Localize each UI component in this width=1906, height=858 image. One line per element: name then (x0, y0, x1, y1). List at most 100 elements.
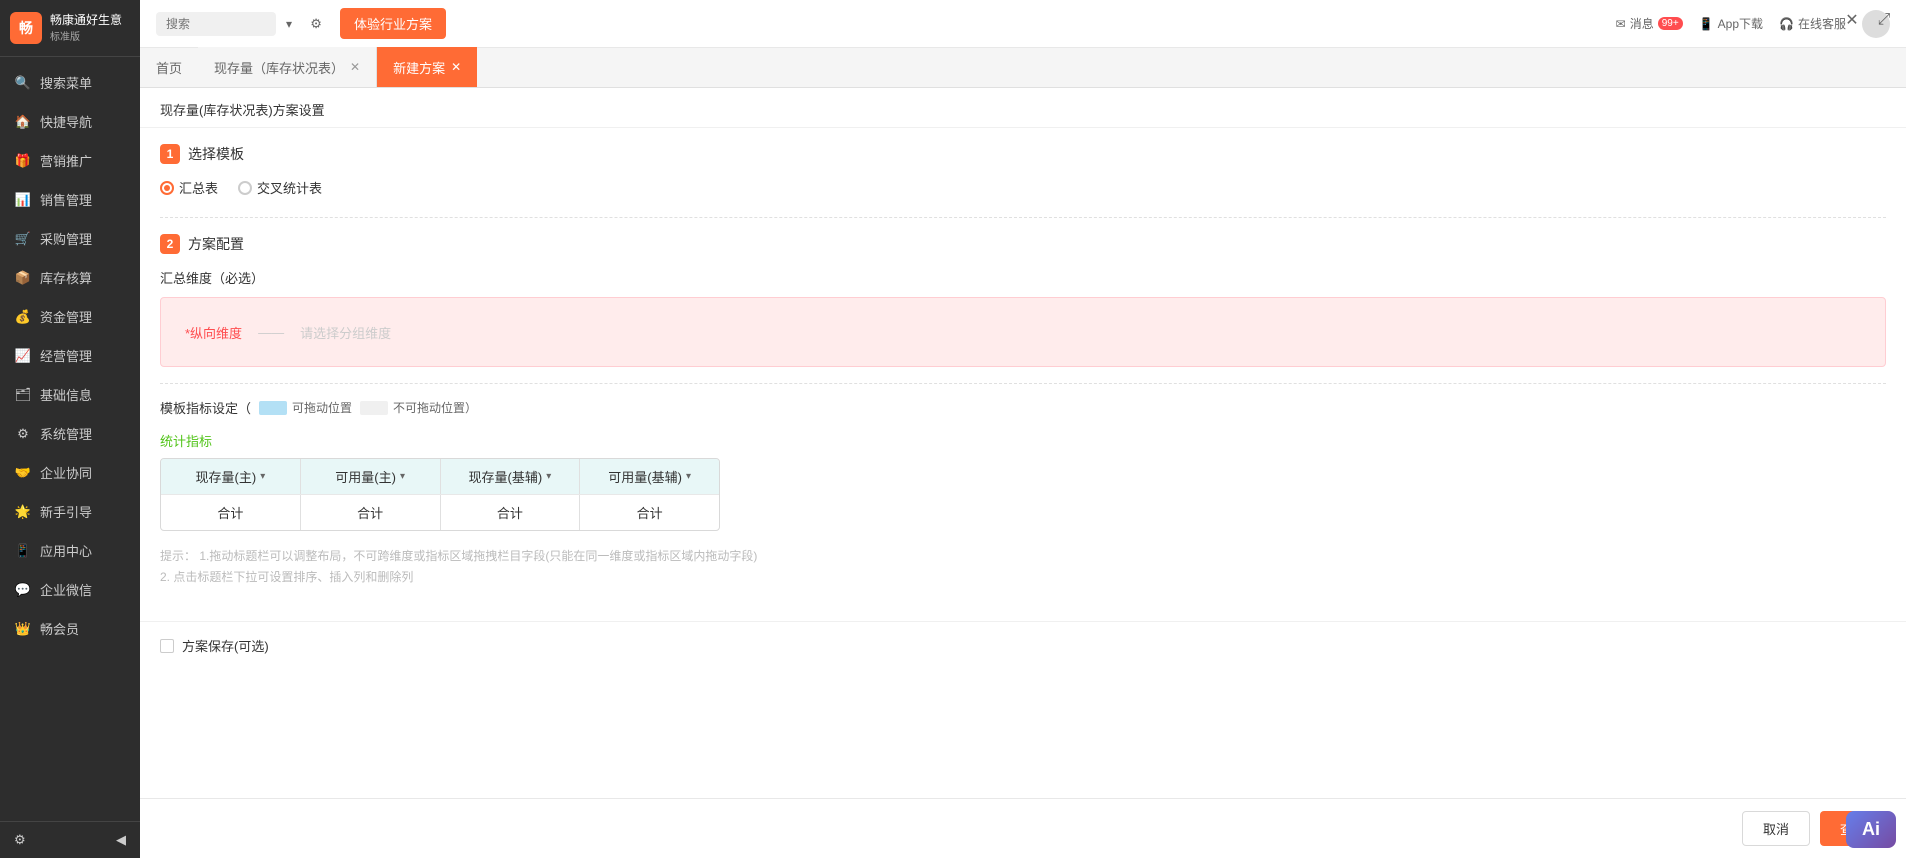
sidebar-item-quick-nav[interactable]: 🏠快捷导航 (0, 102, 140, 141)
sales-icon: 📊 (14, 191, 32, 209)
service-label: 在线客服 (1798, 15, 1846, 32)
stats-table-header: 现存量(主)▾可用量(主)▾现存量(基辅)▾可用量(基辅)▾ (161, 459, 719, 494)
stats-section: 统计指标 现存量(主)▾可用量(主)▾现存量(基辅)▾可用量(基辅)▾ 合计合计… (160, 431, 1886, 531)
search-input[interactable] (156, 12, 276, 36)
save-checkbox[interactable] (160, 639, 174, 653)
tab-inventory-status[interactable]: 现存量（库存状况表） ✕ (198, 47, 377, 87)
sidebar-label-new-guide: 新手引导 (40, 502, 92, 521)
footer-actions: 取消 查询 (140, 798, 1906, 858)
stats-header-cell[interactable]: 现存量(主)▾ (161, 459, 301, 494)
template-options: 汇总表 交叉统计表 (160, 178, 1886, 197)
close-panel-icon[interactable]: ✕ (1840, 8, 1864, 32)
messages-btn[interactable]: ✉ 消息 99+ (1616, 15, 1683, 32)
stats-header-cell[interactable]: 可用量(基辅)▾ (580, 459, 719, 494)
sidebar: 畅 畅康通好生意 标准版 🔍 搜索菜单 🏠快捷导航🎁营销推广📊销售管理 🛒 采购管理 📦库… (0, 0, 140, 858)
tab-home[interactable]: 首页 (140, 47, 198, 87)
radio-summary-dot (164, 185, 170, 191)
topbar: ▾ ⚙ 体验行业方案 ✉ 消息 99+ 📱 App下载 🎧 在线客服 (140, 0, 1906, 48)
sidebar-item-marketing[interactable]: 🎁营销推广 (0, 141, 140, 180)
page-title: 现存量(库存状况表)方案设置 (160, 100, 325, 119)
section2-label: 方案配置 (188, 234, 244, 254)
tip-text: 提示： 1.拖动标题栏可以调整布局，不可跨维度或指标区域拖拽栏目字段(只能在同一… (160, 547, 1886, 564)
sidebar-label-inventory: 库存核算 (40, 268, 92, 287)
logo-name: 畅康通好生意 (50, 13, 122, 29)
ai-badge[interactable]: Ai (1846, 811, 1896, 848)
chevron-down-icon[interactable]: ▾ (546, 471, 551, 482)
sidebar-item-sales[interactable]: 📊销售管理 (0, 180, 140, 219)
sidebar-item-system[interactable]: ⚙系统管理 (0, 414, 140, 453)
sidebar-footer: ⚙ ◀ (0, 821, 140, 858)
sidebar-item-member[interactable]: 👑畅会员 (0, 609, 140, 648)
stats-row-cell: 合计 (441, 495, 581, 530)
tab-new-scheme-close[interactable]: ✕ (451, 60, 461, 74)
finance-icon: 💰 (14, 308, 32, 326)
sidebar-item-basics[interactable]: 🗂基础信息 (0, 375, 140, 414)
messages-badge: 99+ (1658, 17, 1683, 30)
draggable-label: 可拖动位置 (292, 399, 352, 416)
dim-line: —— (258, 325, 284, 340)
app-center-icon: 📱 (14, 542, 32, 560)
stats-row-cell: 合计 (301, 495, 441, 530)
chevron-down-icon[interactable]: ▾ (400, 471, 405, 482)
stats-header-cell[interactable]: 现存量(基辅)▾ (441, 459, 581, 494)
expand-panel-icon[interactable]: ⤢ (1872, 8, 1896, 32)
stats-table-row: 合计合计合计合计 (161, 494, 719, 530)
customer-service-btn[interactable]: 🎧 在线客服 (1779, 15, 1846, 32)
sidebar-item-app-center[interactable]: 📱 应用中心 (0, 531, 140, 570)
chevron-down-icon[interactable]: ▾ (260, 471, 265, 482)
basics-icon: 🗂 (14, 386, 32, 404)
dropdown-chevron-icon: ▾ (286, 17, 292, 31)
dimension-box[interactable]: *纵向维度 —— 请选择分组维度 (160, 297, 1886, 367)
tab-home-label: 首页 (156, 58, 182, 77)
sidebar-label-search-menu: 搜索菜单 (40, 73, 92, 92)
sidebar-item-purchase[interactable]: 🛒 采购管理 (0, 219, 140, 258)
sidebar-item-inventory[interactable]: 📦库存核算 (0, 258, 140, 297)
radio-cross-circle (238, 181, 252, 195)
app-download-btn[interactable]: 📱 App下载 (1699, 15, 1763, 32)
sidebar-label-system: 系统管理 (40, 424, 92, 443)
indicator-setting: 模板指标设定（ 可拖动位置 不可拖动位置） 统计指标 (160, 383, 1886, 585)
chevron-down-icon[interactable]: ▾ (686, 471, 691, 482)
radio-summary[interactable]: 汇总表 (160, 178, 218, 197)
cancel-button[interactable]: 取消 (1742, 811, 1810, 846)
sidebar-item-wechat[interactable]: 💬企业微信 (0, 570, 140, 609)
sidebar-label-marketing: 营销推广 (40, 151, 92, 170)
summary-label: 汇总表 (179, 178, 218, 197)
legend-non-draggable: 不可拖动位置） (360, 399, 477, 416)
sidebar-item-enterprise[interactable]: 🤝企业协同 (0, 453, 140, 492)
topbar-dropdown[interactable]: ▾ (286, 17, 292, 31)
sidebar-item-operations[interactable]: 📈经营管理 (0, 336, 140, 375)
search-menu-icon: 🔍 (14, 74, 32, 92)
sidebar-item-new-guide[interactable]: 🌟新手引导 (0, 492, 140, 531)
sidebar-label-member: 畅会员 (40, 619, 79, 638)
radio-cross[interactable]: 交叉统计表 (238, 178, 322, 197)
sidebar-item-search-menu[interactable]: 🔍 搜索菜单 (0, 63, 140, 102)
tab-inventory-close[interactable]: ✕ (350, 60, 360, 74)
sidebar-logo: 畅 畅康通好生意 标准版 (0, 0, 140, 57)
content-area: 现存量(库存状况表)方案设置 1 选择模板 汇总表 (140, 88, 1906, 858)
tip-text: 2. 点击标题栏下拉可设置排序、插入列和删除列 (160, 568, 1886, 585)
enterprise-icon: 🤝 (14, 464, 32, 482)
trial-btn[interactable]: 体验行业方案 (340, 8, 446, 39)
stats-header-cell[interactable]: 可用量(主)▾ (301, 459, 441, 494)
sidebar-label-app-center: 应用中心 (40, 541, 92, 560)
quick-nav-icon: 🏠 (14, 113, 32, 131)
purchase-icon: 🛒 (14, 230, 32, 248)
settings-icon[interactable]: ⚙ (14, 832, 26, 848)
message-icon: ✉ (1616, 17, 1626, 31)
non-draggable-label: 不可拖动位置） (393, 399, 477, 416)
collapse-icon[interactable]: ◀ (116, 832, 126, 848)
tab-new-scheme[interactable]: 新建方案 ✕ (377, 47, 477, 87)
sidebar-item-finance[interactable]: 💰 资金管理 (0, 297, 140, 336)
indicator-setting-text: 模板指标设定（ (160, 398, 251, 417)
panel-controls: ✕ ⤢ (1840, 8, 1896, 32)
tab-inventory-label: 现存量（库存状况表） (214, 58, 344, 77)
topbar-settings-icon[interactable]: ⚙ (302, 10, 330, 38)
sidebar-label-purchase: 采购管理 (40, 229, 92, 248)
main-panel: 1 选择模板 汇总表 交叉统计表 (140, 128, 1906, 621)
logo-icon: 畅 (10, 12, 42, 44)
sidebar-label-finance: 资金管理 (40, 307, 92, 326)
logo-badge: 标准版 (50, 28, 122, 43)
section1-title: 1 选择模板 (160, 144, 1886, 164)
draggable-box (259, 401, 287, 415)
